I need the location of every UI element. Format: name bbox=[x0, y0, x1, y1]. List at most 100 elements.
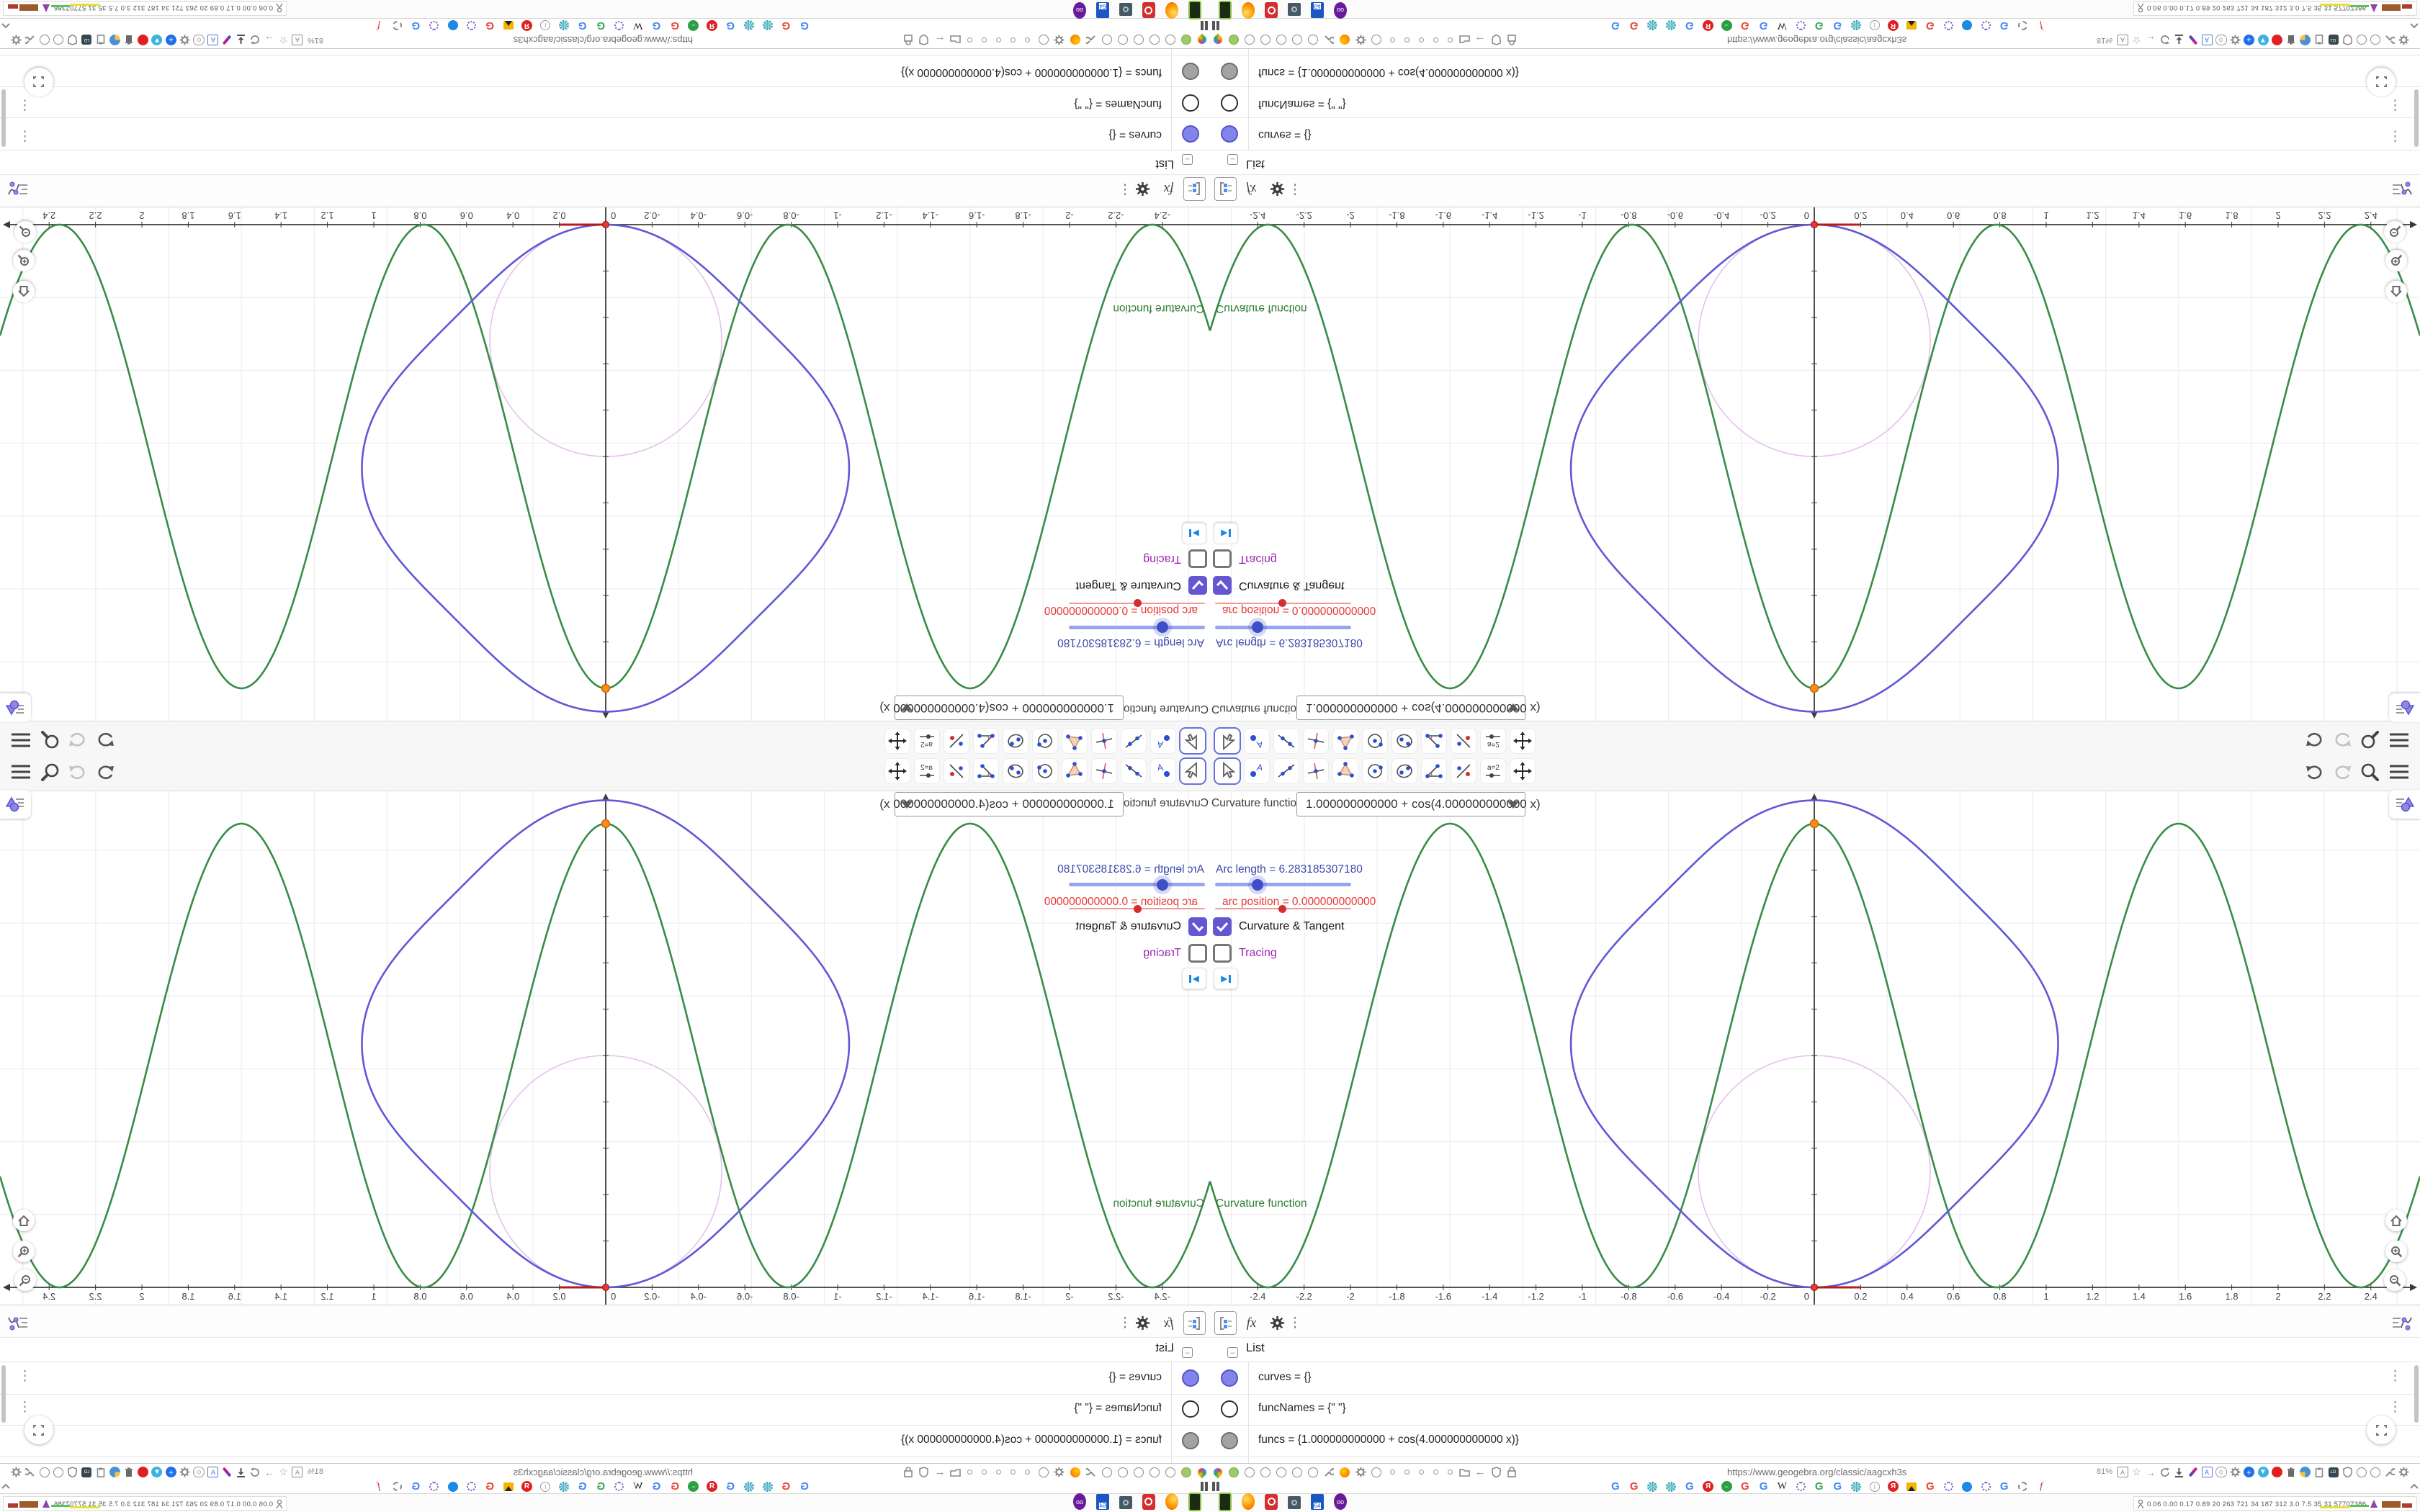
wrench-icon[interactable] bbox=[24, 34, 37, 46]
menu-button[interactable] bbox=[9, 729, 32, 752]
reload-icon[interactable] bbox=[2159, 1466, 2172, 1478]
angle-tool[interactable] bbox=[974, 729, 998, 753]
home-button[interactable] bbox=[2385, 1210, 2407, 1231]
forward-icon[interactable]: → bbox=[263, 34, 276, 46]
row-funcnames[interactable]: funcNames = {" "} ⋮ bbox=[0, 1393, 1210, 1426]
share-icon[interactable] bbox=[2369, 1466, 2382, 1478]
gear-icon[interactable] bbox=[179, 1466, 192, 1478]
folder-icon[interactable] bbox=[949, 1466, 962, 1478]
zoom-in-button[interactable] bbox=[2385, 1241, 2407, 1262]
forward-icon[interactable]: → bbox=[2144, 34, 2157, 46]
favicon-g[interactable]: G bbox=[409, 19, 422, 32]
list-group-header[interactable]: – List bbox=[1210, 1341, 2420, 1362]
counter-icon[interactable]: 0 bbox=[193, 1466, 206, 1478]
folder-icon[interactable] bbox=[1458, 34, 1471, 46]
retro-app-icon[interactable]: 64 bbox=[1096, 1493, 1109, 1510]
reflect-tool[interactable] bbox=[944, 759, 969, 783]
record-icon[interactable] bbox=[2271, 34, 2284, 46]
dot-icon[interactable] bbox=[1415, 34, 1428, 46]
slider-tool[interactable]: a=2 bbox=[915, 729, 939, 753]
star-icon[interactable]: ☆ bbox=[277, 34, 290, 46]
retro-app-icon[interactable]: 64 bbox=[1096, 2, 1109, 19]
forward-icon[interactable]: → bbox=[2144, 1466, 2157, 1478]
settings-gear-button[interactable] bbox=[1131, 1311, 1154, 1335]
favicon-info[interactable]: i bbox=[1868, 19, 1881, 32]
favicon-g[interactable]: G bbox=[409, 1480, 422, 1493]
translate-icon[interactable]: A bbox=[291, 1466, 304, 1478]
translate-icon[interactable]: A bbox=[291, 34, 304, 46]
settings-app-icon[interactable] bbox=[1142, 1493, 1155, 1510]
stylebar-kebab-icon[interactable]: ⋮ bbox=[1119, 1311, 1132, 1335]
point-with-label-tool[interactable]: A bbox=[1151, 729, 1175, 753]
search-button[interactable] bbox=[2358, 729, 2381, 752]
move-graphics-tool[interactable] bbox=[1510, 729, 1535, 753]
fx-button[interactable]: fx bbox=[1157, 1311, 1180, 1335]
row-funcnames[interactable]: funcNames = {" "} ⋮ bbox=[1210, 86, 2420, 119]
row-kebab-icon[interactable]: ⋮ bbox=[2388, 96, 2402, 113]
lock-icon[interactable] bbox=[1505, 1466, 1518, 1478]
owl-app-icon[interactable]: oo bbox=[1334, 1493, 1347, 1510]
system-monitor-widget[interactable]: 0.06 0.00 0.17 0.89 20 263 721 34 187 31… bbox=[3, 1, 287, 16]
dot-icon[interactable] bbox=[1021, 1466, 1034, 1478]
zoom-in-button[interactable] bbox=[13, 1241, 35, 1262]
share-icon[interactable] bbox=[38, 34, 51, 46]
favicon-w[interactable]: W bbox=[1775, 1480, 1788, 1493]
globe-icon[interactable] bbox=[1037, 34, 1050, 46]
dot-icon[interactable] bbox=[1386, 34, 1399, 46]
headset-icon[interactable] bbox=[1116, 34, 1129, 46]
move-tool[interactable] bbox=[1215, 729, 1240, 753]
wrench-icon[interactable] bbox=[1085, 1466, 1098, 1478]
clipboard-icon[interactable] bbox=[94, 34, 107, 46]
favicon-gearflower[interactable] bbox=[391, 19, 404, 32]
settings-gear-button[interactable] bbox=[1266, 1311, 1289, 1335]
favicon-fred[interactable]: f bbox=[372, 1480, 385, 1493]
tracing-checkbox[interactable] bbox=[1213, 549, 1232, 568]
favicon-sphere[interactable] bbox=[1664, 1480, 1677, 1493]
visibility-marble[interactable] bbox=[1221, 63, 1238, 80]
row-kebab-icon[interactable]: ⋮ bbox=[18, 96, 32, 113]
url-text[interactable]: https://www.geogebra.org/classic/aagcxh3… bbox=[514, 1467, 693, 1477]
favicon-ggring[interactable] bbox=[465, 19, 478, 32]
favicon-info[interactable]: i bbox=[539, 1480, 552, 1493]
fx-button[interactable]: fx bbox=[1240, 177, 1263, 201]
dark-box-icon[interactable]: LD bbox=[2327, 1466, 2340, 1478]
settings-gear-button[interactable] bbox=[1266, 177, 1289, 201]
favicon-g[interactable]: G bbox=[1609, 1480, 1622, 1493]
circle-with-center-tool[interactable] bbox=[1033, 729, 1057, 753]
row-kebab-icon[interactable]: ⋮ bbox=[18, 1368, 32, 1385]
row-funcs[interactable]: funcs = {1.000000000000 + cos(4.00000000… bbox=[1210, 1425, 2420, 1457]
home-button[interactable] bbox=[13, 1210, 35, 1231]
row-curves[interactable]: curves = {} ⋮ bbox=[1210, 1362, 2420, 1395]
shield-icon[interactable] bbox=[1489, 34, 1502, 46]
perpendicular-line-tool[interactable] bbox=[1092, 759, 1116, 783]
globe-color-icon[interactable] bbox=[2299, 1466, 2312, 1478]
line-tool[interactable] bbox=[1121, 729, 1146, 753]
chevron-up-icon[interactable] bbox=[1, 22, 10, 29]
play-button[interactable]: ▶ bbox=[1214, 968, 1238, 989]
owl-app-icon[interactable]: oo bbox=[1073, 2, 1086, 19]
row-funcnames[interactable]: funcNames = {" "} ⋮ bbox=[1210, 1393, 2420, 1426]
counter-icon[interactable]: 0 bbox=[2215, 1466, 2228, 1478]
down-circle-icon[interactable]: ▼ bbox=[2257, 1466, 2269, 1478]
favicon-chat[interactable] bbox=[447, 1480, 460, 1493]
favicon-ggring[interactable] bbox=[1942, 1480, 1955, 1493]
headset-icon[interactable] bbox=[1275, 1466, 1288, 1478]
menu-button[interactable] bbox=[2388, 729, 2411, 752]
back-arrow-icon[interactable]: ← bbox=[933, 34, 946, 46]
row-funcs[interactable]: funcs = {1.000000000000 + cos(4.00000000… bbox=[0, 55, 1210, 87]
stylebar-kebab-icon[interactable]: ⋮ bbox=[1289, 1311, 1302, 1335]
move-tool[interactable] bbox=[1180, 729, 1205, 753]
favicon-g[interactable]: G bbox=[798, 19, 811, 32]
trash-icon[interactable] bbox=[122, 1466, 135, 1478]
visibility-marble[interactable] bbox=[1182, 1432, 1199, 1449]
zoom-out-button[interactable] bbox=[14, 1269, 36, 1291]
dot-icon[interactable] bbox=[1400, 34, 1413, 46]
monitor-app-icon[interactable] bbox=[1288, 3, 1301, 17]
arc-length-slider[interactable] bbox=[1215, 883, 1351, 886]
favicon-fred[interactable]: f bbox=[372, 19, 385, 32]
list-group-header[interactable]: – List bbox=[0, 150, 1210, 171]
wrench-icon[interactable] bbox=[24, 1466, 37, 1478]
download-icon[interactable] bbox=[235, 34, 248, 46]
dark-box-icon[interactable]: LD bbox=[81, 34, 94, 46]
redo-button[interactable] bbox=[2331, 729, 2354, 752]
